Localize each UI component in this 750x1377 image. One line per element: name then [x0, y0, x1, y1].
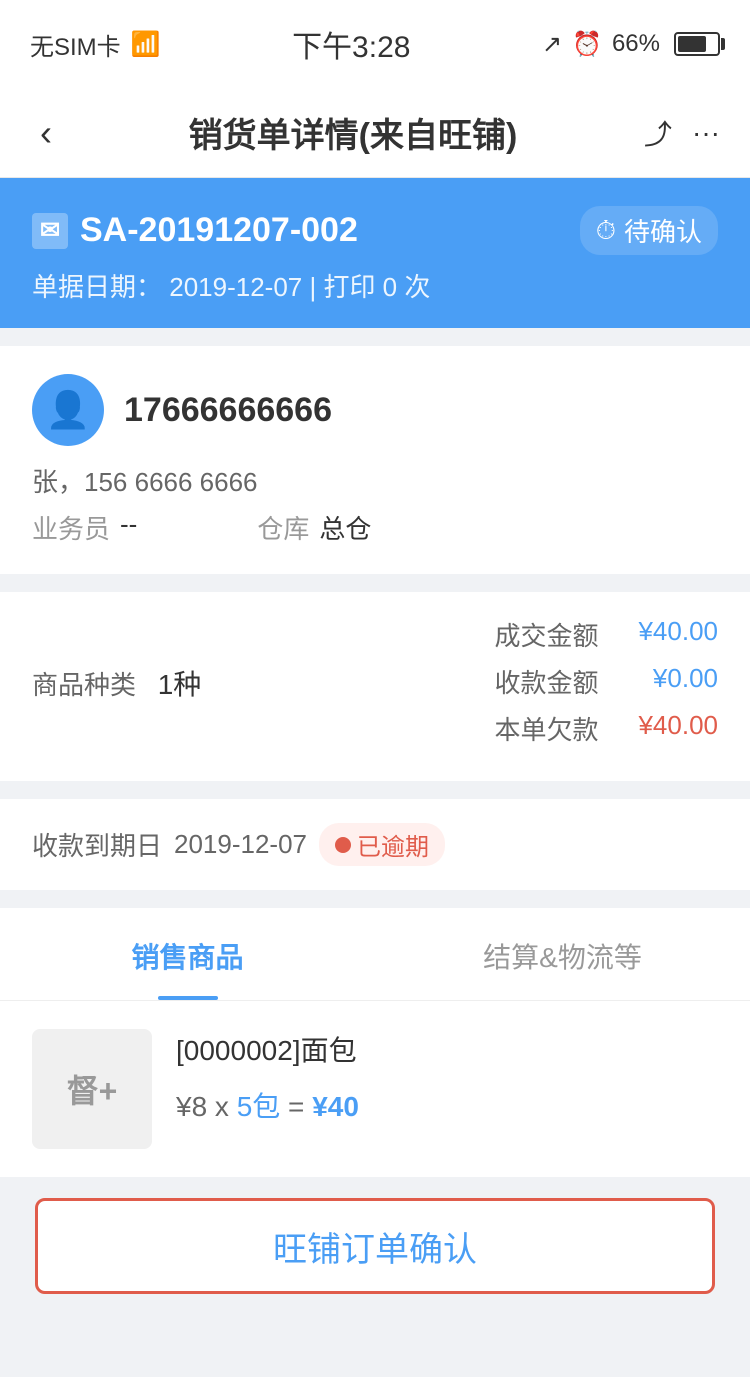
received-value: ¥0.00 [653, 663, 718, 700]
alarm-icon: ⏰ [572, 30, 602, 59]
order-id: ✉ SA-20191207-002 [32, 211, 358, 250]
location-icon: ↗ [542, 30, 562, 59]
avatar: 👤 [32, 374, 104, 446]
battery-percentage: 66% [612, 30, 660, 58]
due-date-value: 2019-12-07 [174, 829, 307, 860]
carrier-text: 无SIM卡 [30, 27, 121, 62]
battery-icon [674, 32, 720, 56]
time-display: 下午3:28 [292, 22, 410, 66]
transaction-value: ¥40.00 [638, 616, 718, 653]
product-type-label: 商品种类 [32, 670, 136, 700]
status-icon: ⏱ [596, 215, 616, 247]
order-icon: ✉ [32, 213, 68, 249]
tabs-section: 销售商品 结算&物流等 督+ [0000002]面包 ¥8 x 5包 = ¥40 [0, 908, 750, 1177]
avatar-icon: 👤 [46, 389, 91, 431]
salesman-value: -- [120, 509, 137, 546]
status-bar-left: 无SIM卡 📶 [30, 27, 161, 62]
nav-actions: ⤴ ··· [644, 113, 720, 153]
confirm-btn-wrapper: 旺铺订单确认 [35, 1198, 715, 1294]
amount-section: 商品种类 1种 成交金额 ¥40.00 收款金额 ¥0.00 本单欠款 ¥40.… [0, 592, 750, 781]
warehouse-value: 总仓 [319, 509, 371, 546]
product-price: ¥8 x 5包 = ¥40 [176, 1085, 718, 1125]
product-info: [0000002]面包 ¥8 x 5包 = ¥40 [176, 1029, 718, 1125]
salesman-label: 业务员 [32, 509, 110, 546]
back-button[interactable]: ‹ [30, 102, 62, 164]
status-badge: ⏱ 待确认 [580, 206, 718, 255]
page-title: 销货单详情(来自旺铺) [189, 108, 518, 157]
order-header-card: ✉ SA-20191207-002 ⏱ 待确认 单据日期： 2019-12-07… [0, 178, 750, 328]
owed-value: ¥40.00 [638, 710, 718, 747]
status-text: 待确认 [624, 212, 702, 249]
transaction-label: 成交金额 [494, 616, 598, 653]
owed-label: 本单欠款 [494, 710, 598, 747]
tabs-row: 销售商品 结算&物流等 [0, 908, 750, 1001]
customer-phone: 17666666666 [124, 391, 332, 430]
overdue-label: 已逾期 [357, 827, 429, 862]
status-bar-right: ↗ ⏰ 66% [542, 30, 720, 59]
due-date-label: 收款到期日 [32, 826, 162, 863]
more-button[interactable]: ··· [692, 117, 720, 149]
product-logo: 督+ [67, 1066, 118, 1112]
overdue-dot-icon [335, 837, 351, 853]
share-button[interactable]: ⤴ [644, 113, 672, 153]
overdue-badge: 已逾期 [319, 823, 445, 866]
customer-meta: 业务员 -- 仓库 总仓 [32, 509, 718, 546]
warehouse-label: 仓库 [257, 509, 309, 546]
tab-products[interactable]: 销售商品 [0, 908, 375, 1000]
product-item: 督+ [0000002]面包 ¥8 x 5包 = ¥40 [0, 1001, 750, 1177]
product-type-value: 1种 [158, 669, 202, 700]
tab-settlement[interactable]: 结算&物流等 [375, 908, 750, 1000]
wifi-icon: 📶 [131, 30, 161, 59]
due-date-section: 收款到期日 2019-12-07 已逾期 [0, 799, 750, 890]
confirm-order-button[interactable]: 旺铺订单确认 [35, 1198, 715, 1294]
customer-section: 👤 17666666666 张，156 6666 6666 业务员 -- 仓库 … [0, 346, 750, 574]
product-thumbnail: 督+ [32, 1029, 152, 1149]
status-bar: 无SIM卡 📶 下午3:28 ↗ ⏰ 66% [0, 0, 750, 88]
order-date-info: 单据日期： 2019-12-07 | 打印 0 次 [32, 267, 718, 304]
customer-name: 张，156 6666 6666 [32, 462, 718, 499]
nav-bar: ‹ 销货单详情(来自旺铺) ⤴ ··· [0, 88, 750, 178]
received-label: 收款金额 [494, 663, 598, 700]
product-name: [0000002]面包 [176, 1029, 718, 1069]
